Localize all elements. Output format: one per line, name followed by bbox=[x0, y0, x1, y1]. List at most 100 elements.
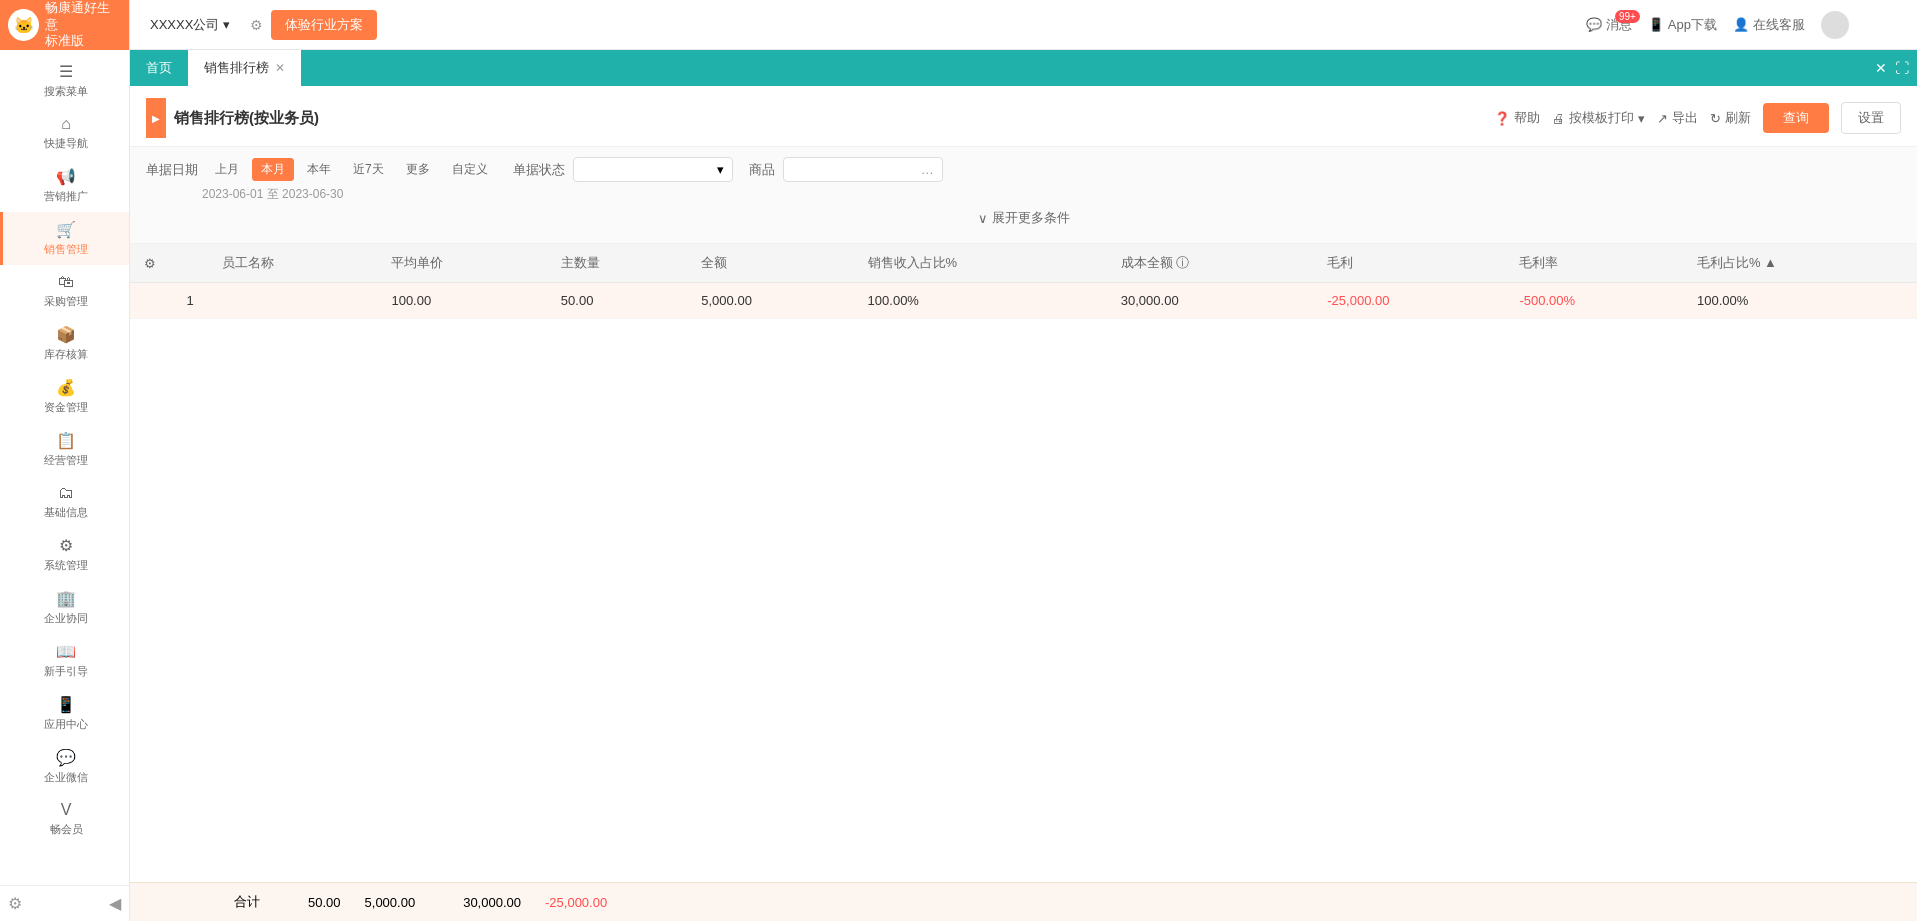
data-table: ⚙ 员工名称 平均单价 主数量 全额 销售收入占比% 成本全额 ⓘ 毛利 毛利率… bbox=[130, 244, 1917, 319]
nav-icon-marketing: 📢 bbox=[56, 167, 76, 186]
header-right: 💬 消息 99+ 📱 App下载 👤 在线客服 bbox=[1586, 11, 1905, 39]
user-name[interactable] bbox=[1865, 11, 1905, 39]
col-cost: 成本全额 ⓘ bbox=[1109, 244, 1315, 283]
footer-qty: 50.00 bbox=[296, 895, 353, 910]
table-header-row: ⚙ 员工名称 平均单价 主数量 全额 销售收入占比% 成本全额 ⓘ 毛利 毛利率… bbox=[130, 244, 1917, 283]
col-settings[interactable]: ⚙ bbox=[130, 244, 170, 283]
sidebar-item-sales[interactable]: 🛒销售管理 bbox=[0, 212, 129, 265]
sidebar-bottom: ⚙ ◀ bbox=[0, 885, 129, 921]
setting-button[interactable]: 设置 bbox=[1841, 102, 1901, 134]
sidebar-nav: ☰搜索菜单⌂快捷导航 📢 营销推广 🛒销售管理🛍采购管理📦库存核算💰资金管理📋经营管理… bbox=[0, 50, 129, 885]
expand-arrow-icon[interactable]: ▶ bbox=[146, 98, 166, 138]
sidebar-item-marketing[interactable]: 📢 营销推广 bbox=[0, 159, 129, 212]
col-amount: 全额 bbox=[689, 244, 855, 283]
nav-icon-enterprise: 🏢 bbox=[56, 589, 76, 608]
sidebar-item-search-orders[interactable]: ☰搜索菜单 bbox=[0, 54, 129, 107]
cell-avg-price: 100.00 bbox=[379, 283, 548, 319]
refresh-icon: ↻ bbox=[1710, 111, 1721, 126]
help-button[interactable]: ❓ 帮助 bbox=[1494, 109, 1540, 127]
sidebar-item-enterprise[interactable]: 🏢企业协同 bbox=[0, 581, 129, 634]
message-badge: 99+ bbox=[1615, 10, 1640, 23]
footer-row: 合计 50.00 5,000.00 30,000.00 -25,000.00 bbox=[130, 883, 1917, 921]
status-select[interactable]: ▾ bbox=[573, 157, 733, 182]
trial-button[interactable]: 体验行业方案 bbox=[271, 10, 377, 40]
date-filter: 单据日期 上月 本月 本年 近7天 更多 自定义 bbox=[146, 158, 497, 181]
content-area: ▶ 销售排行榜(按业务员) ❓ 帮助 🖨 按模板打印 ▾ ↗ 导 bbox=[130, 86, 1917, 921]
query-button[interactable]: 查询 bbox=[1763, 103, 1829, 133]
cur-year-btn[interactable]: 本年 bbox=[298, 158, 340, 181]
nav-icon-purchase: 🛍 bbox=[58, 273, 74, 291]
tab-home[interactable]: 首页 bbox=[130, 50, 188, 86]
logo-text: 畅康通好生意 标准版 bbox=[45, 0, 121, 50]
user-avatar[interactable] bbox=[1821, 11, 1849, 39]
footer-amount: 5,000.00 bbox=[353, 895, 428, 910]
app-download-item[interactable]: 📱 App下载 bbox=[1648, 16, 1717, 34]
company-selector[interactable]: XXXXX公司 ▾ bbox=[142, 12, 238, 38]
sidebar-item-inventory[interactable]: 📦库存核算 bbox=[0, 317, 129, 370]
export-button[interactable]: ↗ 导出 bbox=[1657, 109, 1698, 127]
nav-label-finance: 资金管理 bbox=[44, 400, 88, 415]
nav-icon-sales: 🛒 bbox=[56, 220, 76, 239]
table-body: 1 100.00 50.00 5,000.00 100.00% 30,000.0… bbox=[130, 283, 1917, 319]
nav-icon-system: ⚙ bbox=[59, 536, 73, 555]
nav-icon-guide: 📖 bbox=[56, 642, 76, 661]
message-item[interactable]: 💬 消息 99+ bbox=[1586, 16, 1632, 34]
nav-icon-quick-nav: ⌂ bbox=[61, 115, 71, 133]
settings-icon[interactable]: ⚙ bbox=[8, 894, 22, 913]
more-btn[interactable]: 更多 bbox=[397, 158, 439, 181]
help-icon: ❓ bbox=[1494, 111, 1510, 126]
custom-btn[interactable]: 自定义 bbox=[443, 158, 497, 181]
tab-close-all-icon[interactable]: ✕ bbox=[1875, 60, 1887, 76]
nav-icon-inventory: 📦 bbox=[56, 325, 76, 344]
print-button[interactable]: 🖨 按模板打印 ▾ bbox=[1552, 109, 1645, 127]
table-row: 1 100.00 50.00 5,000.00 100.00% 30,000.0… bbox=[130, 283, 1917, 319]
tab-close-icon[interactable]: ✕ bbox=[275, 61, 285, 75]
sidebar-item-basic-info[interactable]: 🗂 基础信息 bbox=[0, 476, 129, 528]
online-service-item[interactable]: 👤 在线客服 bbox=[1733, 16, 1805, 34]
settings-gear-icon[interactable]: ⚙ bbox=[250, 17, 263, 33]
nav-label-basic-info: 基础信息 bbox=[44, 505, 88, 520]
tab-sales-rank[interactable]: 销售排行榜 ✕ bbox=[188, 50, 301, 86]
expand-more-btn[interactable]: ∨ 展开更多条件 bbox=[146, 203, 1901, 233]
prev-month-btn[interactable]: 上月 bbox=[206, 158, 248, 181]
cell-sales-pct: 100.00% bbox=[856, 283, 1109, 319]
sidebar-item-operations[interactable]: 📋经营管理 bbox=[0, 423, 129, 476]
sidebar-item-finance[interactable]: 💰资金管理 bbox=[0, 370, 129, 423]
collapse-icon[interactable]: ◀ bbox=[109, 894, 121, 913]
sidebar-item-membership[interactable]: V畅会员 bbox=[0, 793, 129, 845]
sidebar-item-purchase[interactable]: 🛍采购管理 bbox=[0, 265, 129, 317]
print-chevron-icon: ▾ bbox=[1638, 111, 1645, 126]
nav-label-system: 系统管理 bbox=[44, 558, 88, 573]
nav-icon-search-orders: ☰ bbox=[59, 62, 73, 81]
goods-input[interactable]: … bbox=[783, 157, 943, 182]
status-chevron-icon: ▾ bbox=[717, 162, 724, 177]
app-icon: 📱 bbox=[1648, 17, 1664, 32]
sidebar-item-quick-nav[interactable]: ⌂快捷导航 bbox=[0, 107, 129, 159]
tab-restore-icon[interactable]: ⛶ bbox=[1895, 60, 1909, 76]
goods-label: 商品 bbox=[749, 161, 775, 179]
cell-main-qty: 50.00 bbox=[549, 283, 689, 319]
last-7-days-btn[interactable]: 近7天 bbox=[344, 158, 393, 181]
col-employee: 员工名称 bbox=[210, 244, 379, 283]
filter-row: 单据日期 上月 本月 本年 近7天 更多 自定义 单据状态 bbox=[146, 157, 1901, 182]
sidebar: 🐱 畅康通好生意 标准版 ☰搜索菜单⌂快捷导航📢营销推广🛒销售管理🛍采购管理📦库… bbox=[0, 0, 130, 921]
nav-icon-wechat: 💬 bbox=[56, 748, 76, 767]
top-header: XXXXX公司 ▾ ⚙ 体验行业方案 💬 消息 99+ 📱 App下载 👤 在线… bbox=[130, 0, 1917, 50]
sidebar-item-system[interactable]: ⚙ 系统管理 bbox=[0, 528, 129, 581]
message-icon: 💬 bbox=[1586, 17, 1602, 32]
sidebar-item-app-center[interactable]: 📱应用中心 bbox=[0, 687, 129, 740]
nav-label-marketing: 营销推广 bbox=[44, 189, 88, 204]
app-label: App下载 bbox=[1668, 16, 1717, 34]
company-name: XXXXX公司 bbox=[150, 16, 219, 34]
print-icon: 🖨 bbox=[1552, 111, 1565, 126]
date-label: 单据日期 bbox=[146, 161, 198, 179]
sidebar-item-wechat[interactable]: 💬企业微信 bbox=[0, 740, 129, 793]
cell-amount: 5,000.00 bbox=[689, 283, 855, 319]
col-rank bbox=[170, 244, 210, 283]
refresh-button[interactable]: ↻ 刷新 bbox=[1710, 109, 1751, 127]
cur-month-btn[interactable]: 本月 bbox=[252, 158, 294, 181]
nav-icon-basic-info: 🗂 bbox=[58, 484, 74, 502]
footer-gross: -25,000.00 bbox=[533, 895, 619, 910]
col-avg-price: 平均单价 bbox=[379, 244, 548, 283]
sidebar-item-guide[interactable]: 📖新手引导 bbox=[0, 634, 129, 687]
